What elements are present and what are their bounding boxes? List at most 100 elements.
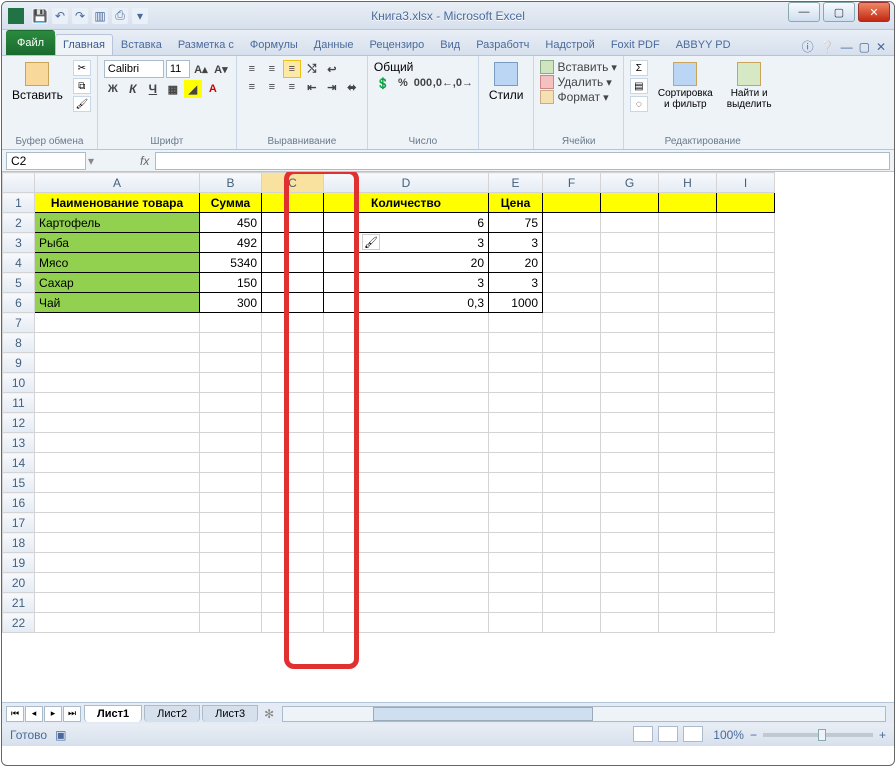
- qat-open-icon[interactable]: ▥: [92, 8, 108, 24]
- cell-H21[interactable]: [659, 593, 717, 613]
- minimize-ribbon-icon[interactable]: ⓘ: [802, 38, 814, 55]
- cell-E16[interactable]: [489, 493, 543, 513]
- inc-dec-icon[interactable]: ,0←: [434, 74, 452, 92]
- sheet-nav-last-icon[interactable]: ⏭: [63, 706, 81, 722]
- cell-F19[interactable]: [543, 553, 601, 573]
- cell-C16[interactable]: [262, 493, 324, 513]
- cell-I1[interactable]: [717, 193, 775, 213]
- cell-I21[interactable]: [717, 593, 775, 613]
- cell-A16[interactable]: [35, 493, 200, 513]
- qat-save-icon[interactable]: 💾: [32, 8, 48, 24]
- cell-F7[interactable]: [543, 313, 601, 333]
- cell-D11[interactable]: [324, 393, 489, 413]
- cell-D8[interactable]: [324, 333, 489, 353]
- cell-D3[interactable]: 3: [324, 233, 489, 253]
- cell-I13[interactable]: [717, 433, 775, 453]
- tab-abbyy[interactable]: ABBYY PD: [668, 34, 739, 55]
- cell-I10[interactable]: [717, 373, 775, 393]
- indent-inc-icon[interactable]: ⇥: [323, 78, 341, 96]
- cell-H6[interactable]: [659, 293, 717, 313]
- cell-D15[interactable]: [324, 473, 489, 493]
- cut-icon[interactable]: ✂: [73, 60, 91, 76]
- cell-G14[interactable]: [601, 453, 659, 473]
- cell-A8[interactable]: [35, 333, 200, 353]
- cell-C11[interactable]: [262, 393, 324, 413]
- cell-G16[interactable]: [601, 493, 659, 513]
- cell-I14[interactable]: [717, 453, 775, 473]
- cell-B6[interactable]: 300: [200, 293, 262, 313]
- autosum-icon[interactable]: Σ: [630, 60, 648, 76]
- cell-G12[interactable]: [601, 413, 659, 433]
- cell-B2[interactable]: 450: [200, 213, 262, 233]
- insert-options-icon[interactable]: 🖌: [362, 234, 380, 250]
- cell-H9[interactable]: [659, 353, 717, 373]
- align-right-icon[interactable]: ≡: [283, 78, 301, 96]
- tab-home[interactable]: Главная: [55, 34, 113, 55]
- row-header-4[interactable]: 4: [3, 253, 35, 273]
- sort-filter-button[interactable]: Сортировка и фильтр: [654, 60, 717, 112]
- cell-F11[interactable]: [543, 393, 601, 413]
- cell-F4[interactable]: [543, 253, 601, 273]
- row-header-14[interactable]: 14: [3, 453, 35, 473]
- cell-B12[interactable]: [200, 413, 262, 433]
- cell-E15[interactable]: [489, 473, 543, 493]
- cell-I11[interactable]: [717, 393, 775, 413]
- cell-B8[interactable]: [200, 333, 262, 353]
- namebox-dropdown-icon[interactable]: ▾: [88, 154, 94, 168]
- select-all-corner[interactable]: [3, 173, 35, 193]
- row-header-11[interactable]: 11: [3, 393, 35, 413]
- align-top-icon[interactable]: ≡: [243, 60, 261, 78]
- underline-button[interactable]: Ч: [144, 80, 162, 98]
- cell-B7[interactable]: [200, 313, 262, 333]
- cell-F3[interactable]: [543, 233, 601, 253]
- cell-B13[interactable]: [200, 433, 262, 453]
- cell-G11[interactable]: [601, 393, 659, 413]
- cell-A9[interactable]: [35, 353, 200, 373]
- cell-C6[interactable]: [262, 293, 324, 313]
- cell-G18[interactable]: [601, 533, 659, 553]
- cell-I2[interactable]: [717, 213, 775, 233]
- cell-E19[interactable]: [489, 553, 543, 573]
- cell-B14[interactable]: [200, 453, 262, 473]
- cell-G7[interactable]: [601, 313, 659, 333]
- align-mid-icon[interactable]: ≡: [263, 60, 281, 78]
- cell-C18[interactable]: [262, 533, 324, 553]
- cell-G21[interactable]: [601, 593, 659, 613]
- cell-H18[interactable]: [659, 533, 717, 553]
- fill-color-button[interactable]: ◢: [184, 80, 202, 98]
- doc-min-icon[interactable]: —: [841, 40, 853, 54]
- orient-icon[interactable]: ⤭: [303, 60, 321, 78]
- cell-G10[interactable]: [601, 373, 659, 393]
- cell-G5[interactable]: [601, 273, 659, 293]
- new-sheet-icon[interactable]: ✻: [264, 707, 274, 721]
- maximize-button[interactable]: ▢: [823, 2, 855, 22]
- cell-I6[interactable]: [717, 293, 775, 313]
- indent-dec-icon[interactable]: ⇤: [303, 78, 321, 96]
- cell-A15[interactable]: [35, 473, 200, 493]
- cell-I18[interactable]: [717, 533, 775, 553]
- cell-D22[interactable]: [324, 613, 489, 633]
- delete-cells-button[interactable]: Удалить▾: [540, 75, 616, 89]
- zoom-slider[interactable]: [763, 733, 873, 737]
- cell-C1[interactable]: [262, 193, 324, 213]
- sheet-nav-next-icon[interactable]: ▸: [44, 706, 62, 722]
- cell-E10[interactable]: [489, 373, 543, 393]
- cell-H14[interactable]: [659, 453, 717, 473]
- cell-I9[interactable]: [717, 353, 775, 373]
- row-header-10[interactable]: 10: [3, 373, 35, 393]
- cell-D10[interactable]: [324, 373, 489, 393]
- cell-A12[interactable]: [35, 413, 200, 433]
- cell-C7[interactable]: [262, 313, 324, 333]
- tab-addins[interactable]: Надстрой: [537, 34, 602, 55]
- fill-icon[interactable]: ▤: [630, 78, 648, 94]
- cell-F16[interactable]: [543, 493, 601, 513]
- cell-I4[interactable]: [717, 253, 775, 273]
- cell-B18[interactable]: [200, 533, 262, 553]
- view-layout-icon[interactable]: [658, 726, 678, 742]
- grow-font-icon[interactable]: A▴: [192, 60, 210, 78]
- cell-B3[interactable]: 492: [200, 233, 262, 253]
- cell-E21[interactable]: [489, 593, 543, 613]
- cell-G6[interactable]: [601, 293, 659, 313]
- cell-E1[interactable]: Цена: [489, 193, 543, 213]
- cell-D4[interactable]: 20: [324, 253, 489, 273]
